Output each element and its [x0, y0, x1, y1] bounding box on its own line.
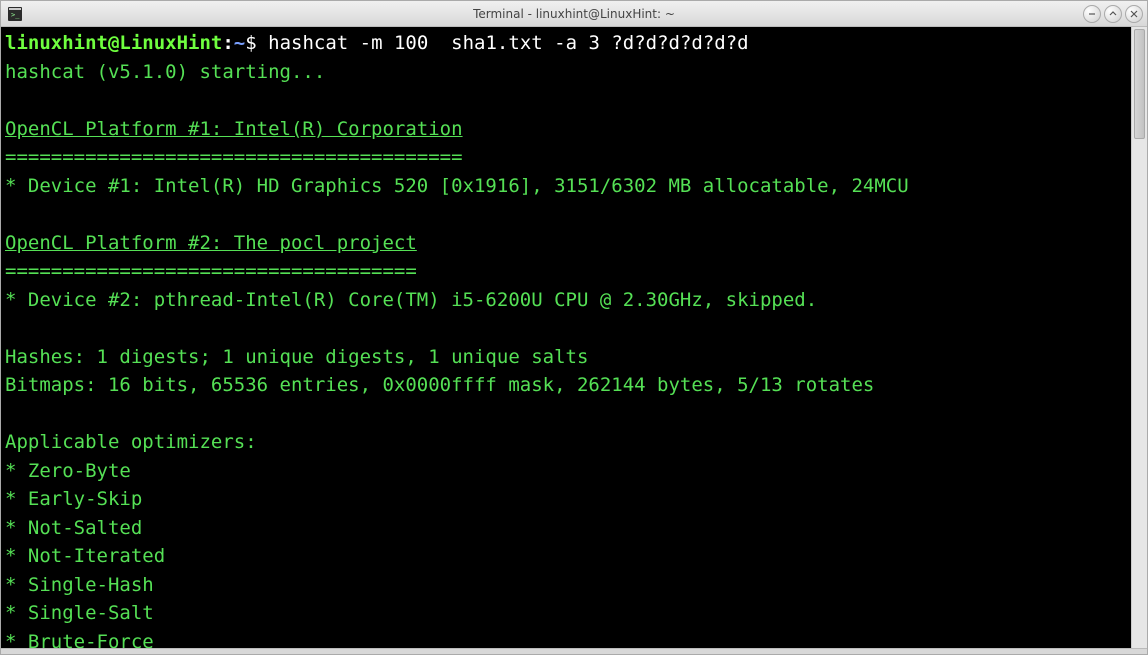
terminal-area: linuxhint@LinuxHint:~$ hashcat -m 100 sh… [1, 27, 1147, 648]
output-line: Applicable optimizers: [5, 431, 257, 453]
scrollbar[interactable] [1131, 27, 1147, 648]
minimize-button[interactable] [1083, 5, 1101, 23]
window-title: Terminal - linuxhint@LinuxHint: ~ [473, 7, 675, 21]
command-text: hashcat -m 100 sha1.txt -a 3 ?d?d?d?d?d?… [268, 32, 748, 54]
scroll-thumb[interactable] [1134, 29, 1145, 139]
terminal-output[interactable]: linuxhint@LinuxHint:~$ hashcat -m 100 sh… [1, 27, 1131, 648]
titlebar: >_ Terminal - linuxhint@LinuxHint: ~ [1, 1, 1147, 27]
close-button[interactable] [1125, 5, 1143, 23]
output-line: * Early-Skip [5, 488, 142, 510]
prompt-symbol: $ [245, 32, 256, 54]
output-line: * Not-Iterated [5, 545, 165, 567]
terminal-app-icon: >_ [7, 6, 23, 22]
output-line: * Device #2: pthread-Intel(R) Core(TM) i… [5, 289, 817, 311]
window-bottom-border [1, 648, 1147, 654]
output-line: ======================================== [5, 146, 463, 168]
prompt-user-host: linuxhint@LinuxHint [5, 32, 222, 54]
output-line: hashcat (v5.1.0) starting... [5, 61, 325, 83]
output-line: * Brute-Force [5, 631, 154, 649]
output-line: OpenCL Platform #1: Intel(R) Corporation [5, 118, 463, 140]
window-controls [1083, 5, 1143, 23]
output-line: Bitmaps: 16 bits, 65536 entries, 0x0000f… [5, 374, 874, 396]
output-line: * Device #1: Intel(R) HD Graphics 520 [0… [5, 175, 909, 197]
maximize-button[interactable] [1104, 5, 1122, 23]
output-line: ==================================== [5, 260, 417, 282]
output-line: OpenCL Platform #2: The pocl project [5, 232, 417, 254]
output-line: * Single-Salt [5, 602, 154, 624]
prompt-path: ~ [234, 32, 245, 54]
prompt-colon: : [222, 32, 233, 54]
output-line: * Single-Hash [5, 574, 154, 596]
output-line: * Zero-Byte [5, 460, 131, 482]
svg-text:>_: >_ [11, 11, 20, 19]
output-line: Hashes: 1 digests; 1 unique digests, 1 u… [5, 346, 588, 368]
output-line: * Not-Salted [5, 517, 142, 539]
